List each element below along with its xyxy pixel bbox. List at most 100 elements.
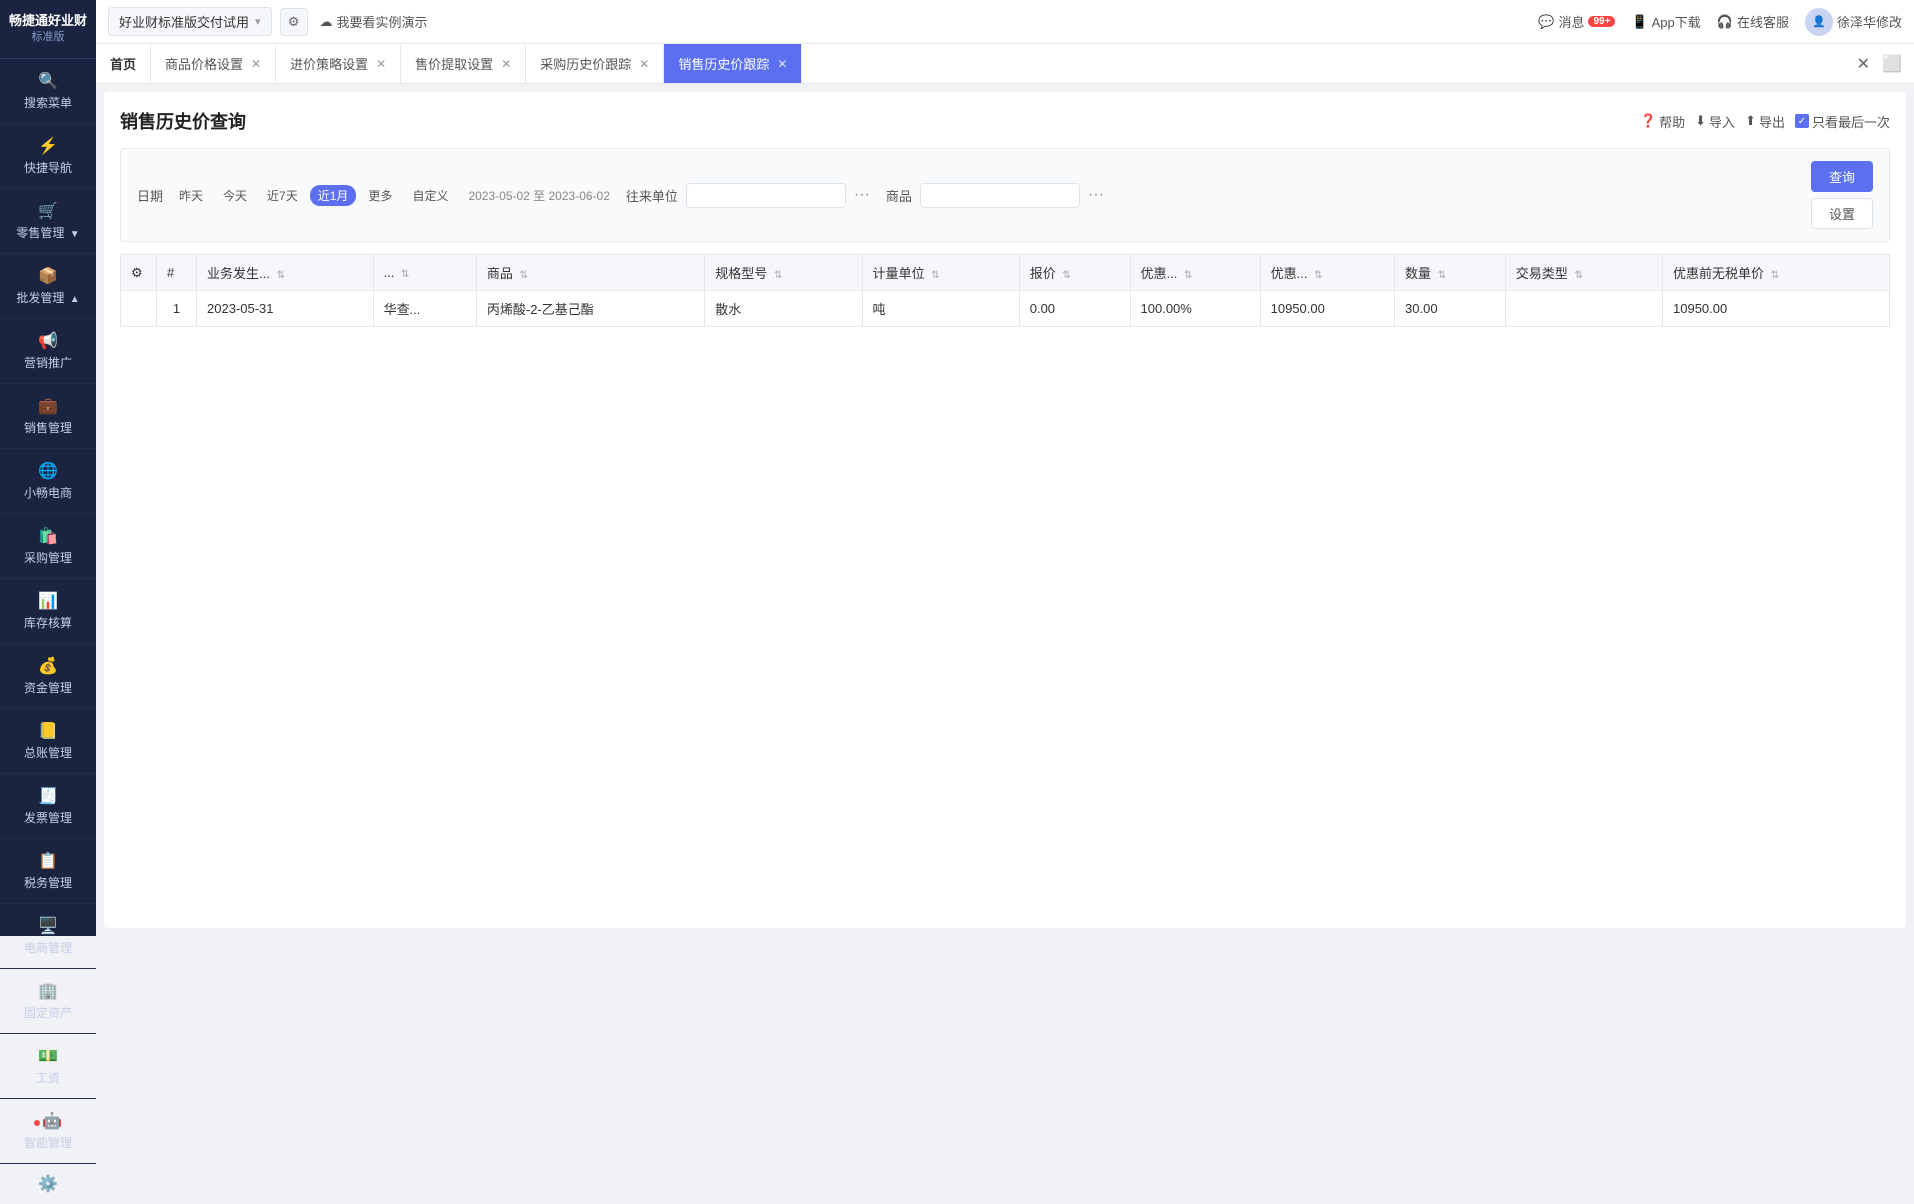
only-last-checkbox[interactable]: 只看最后一次 (1795, 112, 1890, 131)
export-button[interactable]: ⬆ 导出 (1745, 112, 1785, 131)
source-unit-filter-group: 往来单位 ··· (626, 183, 870, 208)
th-spec[interactable]: 规格型号 ⇅ (705, 255, 862, 291)
tab-close-window-icon[interactable]: ✕ (1853, 50, 1874, 78)
import-label: 导入 (1709, 112, 1735, 131)
th-business-date[interactable]: 业务发生... ⇅ (197, 255, 374, 291)
th-quantity[interactable]: 数量 ⇅ (1395, 255, 1506, 291)
th-discount-amt[interactable]: 优惠... ⇅ (1260, 255, 1394, 291)
th-more1[interactable]: ... ⇅ (373, 255, 476, 291)
source-unit-input[interactable] (686, 183, 846, 208)
td-quantity: 30.00 (1395, 291, 1506, 327)
export-icon: ⬆ (1745, 113, 1756, 129)
tab-price-extract-close[interactable]: ✕ (501, 57, 511, 71)
messages-button[interactable]: 💬 消息 99+ (1538, 12, 1615, 31)
th-gear[interactable]: ⚙ (121, 255, 157, 291)
date-options: 昨天 今天 近7天 近1月 更多 自定义 (171, 185, 456, 206)
product-dots[interactable]: ··· (1088, 186, 1104, 204)
tab-product-price[interactable]: 商品价格设置 ✕ (151, 44, 276, 84)
query-button[interactable]: 查询 (1811, 161, 1873, 192)
sidebar-item-search-menu[interactable]: 🔍 搜索菜单 (0, 59, 96, 124)
quick-nav-icon: ⚡ (38, 136, 58, 156)
logo-sub: 标准版 (8, 30, 88, 45)
demo-button[interactable]: ☁ 我要看实例演示 (320, 12, 428, 31)
sidebar-item-marketing[interactable]: 📢 营销推广 (0, 319, 96, 384)
sidebar-item-finance[interactable]: 💰 资金管理 (0, 644, 96, 709)
tab-home[interactable]: 首页 (96, 44, 151, 84)
app-download-label: App下载 (1652, 12, 1701, 31)
user-profile[interactable]: 👤 徐泽华修改 (1805, 8, 1902, 36)
help-button[interactable]: ❓ 帮助 (1640, 112, 1685, 131)
sidebar-item-ecommerce[interactable]: 🌐 小畅电商 (0, 449, 96, 514)
demo-label: 我要看实例演示 (337, 12, 428, 31)
online-service-button[interactable]: 🎧 在线客服 (1717, 12, 1789, 31)
sidebar-item-smart-mgmt[interactable]: 🤖 智能管理 (0, 1099, 96, 1164)
sidebar-item-tax[interactable]: 📋 税务管理 (0, 839, 96, 904)
tabs-bar: 首页 商品价格设置 ✕ 进价策略设置 ✕ 售价提取设置 ✕ 采购历史价跟踪 ✕ … (96, 44, 1914, 84)
page-header: 销售历史价查询 ❓ 帮助 ⬇ 导入 ⬆ 导出 只看最后一次 (120, 108, 1890, 134)
sidebar-item-inventory[interactable]: 📊 库存核算 (0, 579, 96, 644)
sidebar-item-retail-mgmt[interactable]: 🛒 零售管理 ▼ (0, 189, 96, 254)
tab-purchase-history[interactable]: 采购历史价跟踪 ✕ (526, 44, 664, 84)
sidebar-item-label: 固定资产 (24, 1004, 72, 1021)
company-selector[interactable]: 好业财标准版交付试用 ▾ (108, 7, 272, 36)
table-header: ⚙ # 业务发生... ⇅ ... ⇅ 商品 ⇅ 规格型号 (121, 255, 1890, 291)
date-btn-yesterday[interactable]: 昨天 (171, 185, 211, 206)
topbar-gear-button[interactable]: ⚙ (280, 8, 308, 36)
setting-button[interactable]: 设置 (1811, 198, 1873, 229)
tab-purchase-strategy[interactable]: 进价策略设置 ✕ (276, 44, 401, 84)
th-quantity-label: 数量 (1405, 266, 1431, 281)
sidebar-item-wholesale-mgmt[interactable]: 📦 批发管理 ▲ (0, 254, 96, 319)
tab-purchase-history-close[interactable]: ✕ (639, 57, 649, 71)
tab-fullscreen-icon[interactable]: ⬜ (1878, 50, 1906, 78)
app-download-button[interactable]: 📱 App下载 (1631, 12, 1700, 31)
import-button[interactable]: ⬇ 导入 (1695, 112, 1735, 131)
td-gear[interactable] (121, 291, 157, 327)
sort-icon-product: ⇅ (520, 270, 528, 281)
sidebar-item-purchase-mgmt[interactable]: 🛍️ 采购管理 (0, 514, 96, 579)
topbar-right: 💬 消息 99+ 📱 App下载 🎧 在线客服 👤 徐泽华修改 (1538, 8, 1902, 36)
purchase-mgmt-icon: 🛍️ (38, 526, 58, 546)
sidebar-item-invoice[interactable]: 🧾 发票管理 (0, 774, 96, 839)
th-more1-label: ... (384, 265, 395, 280)
date-btn-custom[interactable]: 自定义 (404, 185, 456, 206)
table-row[interactable]: 1 2023-05-31 华查... 丙烯酸-2-乙基己酯 散水 吨 0.00 … (121, 291, 1890, 327)
filter-action-buttons: 查询 设置 (1811, 161, 1873, 229)
th-price[interactable]: 报价 ⇅ (1019, 255, 1130, 291)
th-discount-pct[interactable]: 优惠... ⇅ (1130, 255, 1260, 291)
tab-sales-history-close[interactable]: ✕ (777, 57, 787, 71)
td-product: 丙烯酸-2-乙基己酯 (476, 291, 704, 327)
gear-icon: ⚙ (288, 14, 300, 30)
sidebar-item-ledger[interactable]: 📒 总账管理 (0, 709, 96, 774)
tab-product-price-label: 商品价格设置 (165, 54, 243, 73)
tab-sales-history[interactable]: 销售历史价跟踪 ✕ (664, 44, 802, 84)
tax-icon: 📋 (38, 851, 58, 871)
tab-product-price-close[interactable]: ✕ (251, 57, 261, 71)
date-btn-today[interactable]: 今天 (215, 185, 255, 206)
th-product[interactable]: 商品 ⇅ (476, 255, 704, 291)
tab-purchase-strategy-close[interactable]: ✕ (376, 57, 386, 71)
main-area: 好业财标准版交付试用 ▾ ⚙ ☁ 我要看实例演示 💬 消息 99+ 📱 App下… (96, 0, 1914, 936)
date-btn-more[interactable]: 更多 (360, 185, 400, 206)
source-unit-dots[interactable]: ··· (854, 186, 870, 204)
sidebar-item-ecom-mgmt[interactable]: 🖥️ 电商管理 (0, 904, 96, 969)
product-filter-group: 商品 ··· (886, 183, 1104, 208)
finance-icon: 💰 (38, 656, 58, 676)
fixed-assets-icon: 🏢 (38, 981, 58, 1001)
sidebar-item-sales-mgmt[interactable]: 💼 销售管理 (0, 384, 96, 449)
sidebar-settings[interactable]: ⚙️ (0, 1164, 96, 1204)
sidebar-item-payroll[interactable]: 💵 工资 (0, 1034, 96, 1099)
th-transaction-type[interactable]: 交易类型 ⇅ (1505, 255, 1662, 291)
date-btn-1month[interactable]: 近1月 (310, 185, 357, 206)
chevron-down-icon: ▾ (255, 15, 261, 28)
help-label: 帮助 (1659, 112, 1685, 131)
product-input[interactable] (920, 183, 1080, 208)
sidebar-item-quick-nav[interactable]: ⚡ 快捷导航 (0, 124, 96, 189)
tab-price-extract[interactable]: 售价提取设置 ✕ (401, 44, 526, 84)
sidebar-item-fixed-assets[interactable]: 🏢 固定资产 (0, 969, 96, 1034)
date-btn-7days[interactable]: 近7天 (259, 185, 306, 206)
th-unit[interactable]: 计量单位 ⇅ (862, 255, 1019, 291)
avatar: 👤 (1805, 8, 1833, 36)
data-table: ⚙ # 业务发生... ⇅ ... ⇅ 商品 ⇅ 规格型号 (120, 254, 1890, 327)
th-pretax-price[interactable]: 优惠前无税单价 ⇅ (1663, 255, 1890, 291)
table-header-row: ⚙ # 业务发生... ⇅ ... ⇅ 商品 ⇅ 规格型号 (121, 255, 1890, 291)
